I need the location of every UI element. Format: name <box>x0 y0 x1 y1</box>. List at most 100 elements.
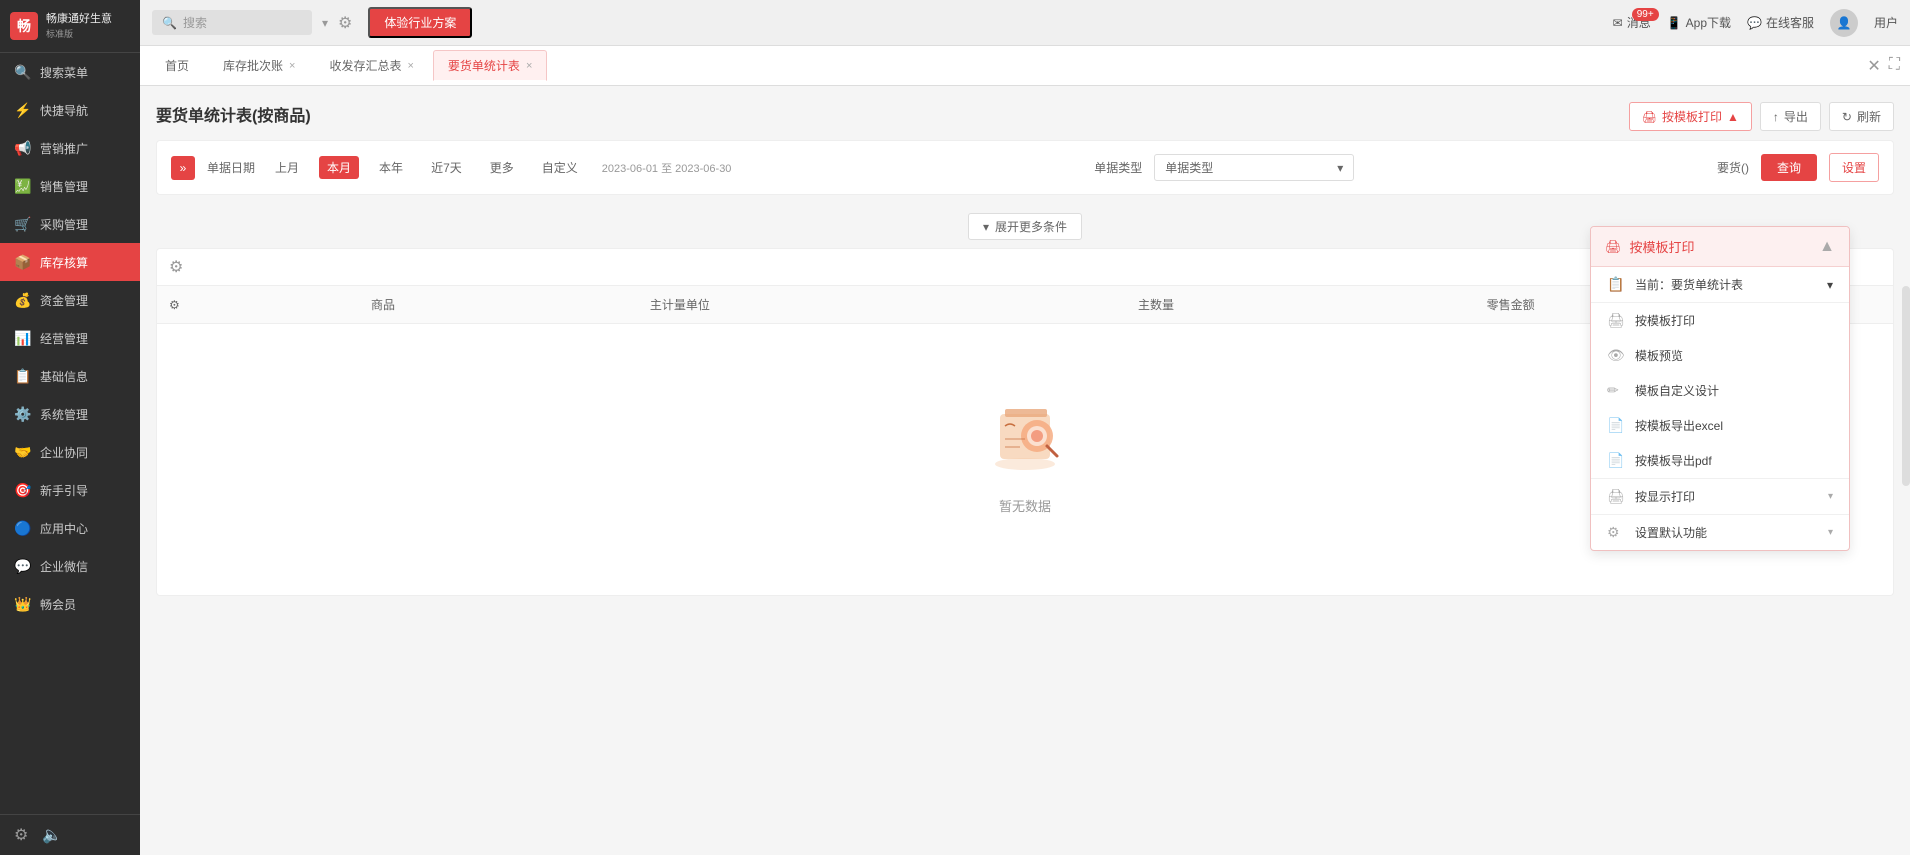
dropdown-item-display-print[interactable]: 🖨按显示打印▾ <box>1591 479 1849 514</box>
sidebar-item-label-wechat: 企业微信 <box>40 558 88 575</box>
dropdown-item-template-export-pdf[interactable]: 📄按模板导出pdf <box>1591 443 1849 478</box>
expand-conditions-btn[interactable]: ▾ 展开更多条件 <box>968 213 1082 240</box>
print-chevron-icon: ▲ <box>1727 110 1739 124</box>
dropdown-item-label-display-print: 按显示打印 <box>1635 488 1695 505</box>
dropdown-item-label-set-default: 设置默认功能 <box>1635 524 1707 541</box>
tab-close-requisition-stats[interactable]: × <box>526 60 532 72</box>
tab-inventory-batch[interactable]: 库存批次账× <box>208 50 310 81</box>
dropdown-item-template-print[interactable]: 🖨 按模板打印 <box>1591 303 1849 338</box>
sidebar-logo: 畅 <box>10 12 38 40</box>
sidebar-item-finance[interactable]: 💰资金管理 <box>0 281 140 319</box>
date-btn-more[interactable]: 更多 <box>482 156 522 179</box>
sidebar-item-guide[interactable]: 🎯新手引导 <box>0 471 140 509</box>
query-btn[interactable]: 查询 <box>1761 154 1817 181</box>
dropdown-item-label-template-preview: 模板预览 <box>1635 347 1683 364</box>
sidebar-item-wechat[interactable]: 💬企业微信 <box>0 547 140 585</box>
export-label: 导出 <box>1784 108 1808 125</box>
user-name: 用户 <box>1874 14 1898 31</box>
date-btn-last7days[interactable]: 近7天 <box>423 156 470 179</box>
sidebar-item-marketing[interactable]: 📢营销推广 <box>0 129 140 167</box>
settings-btn[interactable]: 设置 <box>1829 153 1879 182</box>
dropdown-item-icon-template-print: 🖨 <box>1607 312 1625 329</box>
tab-requisition-stats[interactable]: 要货单统计表 × <box>433 50 547 81</box>
dropdown-item-icon-template-preview: 👁 <box>1607 347 1625 364</box>
scroll-indicator[interactable] <box>1902 286 1910 486</box>
refresh-icon: ↻ <box>1842 110 1852 124</box>
date-btn-current-year[interactable]: 本年 <box>371 156 411 179</box>
search-icon: 🔍 <box>162 16 177 30</box>
sidebar-item-basics[interactable]: 📋基础信息 <box>0 357 140 395</box>
sound-icon[interactable]: 🔈 <box>42 825 62 845</box>
topbar-right: ✉ 消息 99+ 📱 App下载 💬 在线客服 👤 用户 <box>1613 9 1898 37</box>
user-avatar[interactable]: 👤 <box>1830 9 1858 37</box>
sidebar-brand: 畅康通好生意 标准版 <box>46 12 112 40</box>
print-dropdown-title-icon: 🖨 <box>1605 239 1622 255</box>
print-btn[interactable]: 🖨 按模板打印 ▲ <box>1629 102 1752 131</box>
topbar-gear-icon[interactable]: ⚙ <box>338 13 352 33</box>
print-dropdown-title-text: 按模板打印 <box>1630 237 1695 256</box>
sidebar-item-sales[interactable]: 💹销售管理 <box>0 167 140 205</box>
sidebar-item-cooperation[interactable]: 🤝企业协同 <box>0 433 140 471</box>
tab-home[interactable]: 首页 <box>150 50 204 81</box>
sidebar-item-inventory[interactable]: 📦库存核算 <box>0 243 140 281</box>
export-btn[interactable]: ↑ 导出 <box>1760 102 1821 131</box>
dropdown-item-label-template-print: 按模板打印 <box>1635 312 1695 329</box>
print-dropdown-close-icon[interactable]: ▲ <box>1819 238 1835 256</box>
online-service-btn[interactable]: 💬 在线客服 <box>1747 14 1814 31</box>
topbar-chevron-icon[interactable]: ▾ <box>322 16 328 30</box>
sidebar-item-operations[interactable]: 📊经营管理 <box>0 319 140 357</box>
sidebar-item-label-system: 系统管理 <box>40 406 88 423</box>
tabbar-close-icon[interactable]: ✕ <box>1867 56 1880 76</box>
sidebar-item-label-search: 搜索菜单 <box>40 64 88 81</box>
message-icon: ✉ <box>1613 16 1623 30</box>
app-download-btn[interactable]: 📱 App下载 <box>1667 14 1731 31</box>
print-dropdown: 🖨 按模板打印 ▲ 📋 当前：要货单统计表 ▾ 🖨 按模板打印 👁 模板预览 ✏模板自定… <box>1590 226 1850 551</box>
dropdown-item-template-export-excel[interactable]: 📄按模板导出excel <box>1591 408 1849 443</box>
type-select[interactable]: 单据类型 ▾ <box>1154 154 1354 181</box>
table-settings-icon[interactable]: ⚙ <box>169 257 183 277</box>
type-chevron-icon: ▾ <box>1337 161 1343 175</box>
dropdown-item-template-preview[interactable]: 👁 模板预览 <box>1591 338 1849 373</box>
refresh-btn[interactable]: ↻ 刷新 <box>1829 102 1894 131</box>
date-range-text: 2023-06-01 至 2023-06-30 <box>602 160 732 176</box>
dropdown-item-set-default[interactable]: ⚙设置默认功能▾ <box>1591 515 1849 550</box>
sidebar-item-purchase[interactable]: 🛒采购管理 <box>0 205 140 243</box>
sidebar-item-search[interactable]: 🔍搜索菜单 <box>0 53 140 91</box>
topbar-search[interactable]: 🔍 搜索 <box>152 10 312 35</box>
messages-btn[interactable]: ✉ 消息 99+ <box>1613 14 1651 31</box>
print-icon: 🖨 <box>1642 110 1657 124</box>
sidebar-item-system[interactable]: ⚙️ 系统管理 <box>0 395 140 433</box>
page-actions: 🖨 按模板打印 ▲ ↑ 导出 ↻ 刷新 <box>1629 102 1894 131</box>
empty-text: 暂无数据 <box>999 496 1051 515</box>
print-dropdown-header: 🖨 按模板打印 ▲ <box>1591 227 1849 267</box>
dropdown-item-icon-display-print: 🖨 <box>1607 488 1625 505</box>
sidebar-item-member[interactable]: 👑畅会员 <box>0 585 140 623</box>
filter-expand-btn[interactable]: » <box>171 156 195 180</box>
date-btn-prev-month[interactable]: 上月 <box>267 156 307 179</box>
tab-label-home: 首页 <box>165 57 189 74</box>
dropdown-item-template-custom[interactable]: ✏模板自定义设计 <box>1591 373 1849 408</box>
col-header-product: 商品 <box>359 286 638 324</box>
date-btn-custom[interactable]: 自定义 <box>534 156 586 179</box>
date-btn-current-month[interactable]: 本月 <box>319 156 359 179</box>
app-download-label: App下载 <box>1686 14 1731 31</box>
tab-label-requisition-stats: 要货单统计表 <box>448 57 520 74</box>
sidebar-item-apps[interactable]: 🔵应用中心 <box>0 509 140 547</box>
sidebar-item-icon-purchase: 🛒 <box>14 215 32 233</box>
messages-count: 99+ <box>1632 8 1659 21</box>
date-label: 单据日期 <box>207 159 255 176</box>
export-icon: ↑ <box>1773 110 1779 124</box>
sidebar-item-icon-system: ⚙️ <box>14 405 32 423</box>
tabbar-expand-icon[interactable]: ⛶ <box>1889 56 1900 76</box>
sidebar-item-label-inventory: 库存核算 <box>40 254 88 271</box>
online-service-label: 在线客服 <box>1766 14 1814 31</box>
industry-btn[interactable]: 体验行业方案 <box>368 7 472 38</box>
settings-icon[interactable]: ⚙ <box>14 825 28 845</box>
sidebar-item-icon-cooperation: 🤝 <box>14 443 32 461</box>
tab-close-inventory-batch[interactable]: × <box>289 60 295 72</box>
current-template-item[interactable]: 📋 当前：要货单统计表 ▾ <box>1591 267 1849 302</box>
sidebar-item-icon-marketing: 📢 <box>14 139 32 157</box>
sidebar-item-quick-nav[interactable]: ⚡快捷导航 <box>0 91 140 129</box>
tab-receipts-summary[interactable]: 收发存汇总表× <box>314 50 428 81</box>
tab-close-receipts-summary[interactable]: × <box>407 60 413 72</box>
